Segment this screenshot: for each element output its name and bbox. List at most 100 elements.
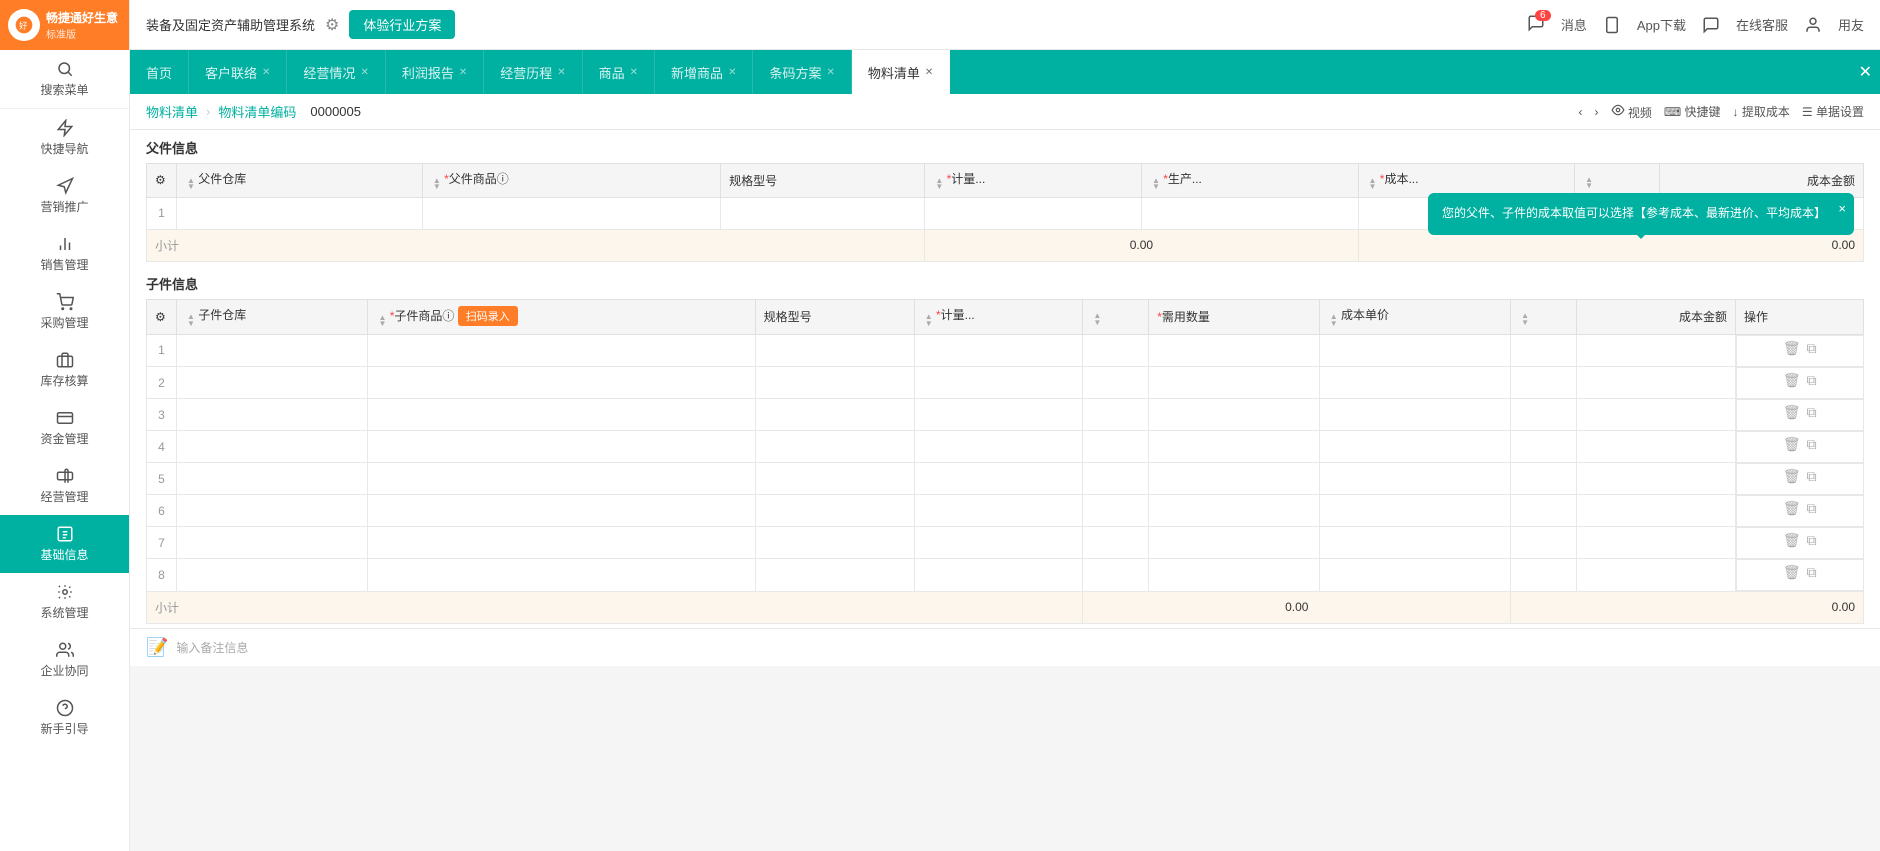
parent-col-settings[interactable]: ⚙ <box>147 164 177 198</box>
child-row1-goods[interactable] <box>368 334 755 367</box>
sidebar-item-quick-nav[interactable]: 快捷导航 <box>0 109 129 167</box>
child-row1-extra2[interactable] <box>1511 334 1577 367</box>
child-row3-extra2[interactable] <box>1511 399 1577 431</box>
child-row8-spec[interactable] <box>755 559 914 592</box>
parent-row1-goods[interactable] <box>422 197 720 229</box>
child-row4-goods[interactable] <box>368 431 755 463</box>
sidebar-item-system[interactable]: 系统管理 <box>0 573 129 631</box>
child-row5-qty[interactable] <box>1149 463 1319 495</box>
tab-new-goods[interactable]: 新增商品✕ <box>655 50 753 94</box>
child-row7-warehouse[interactable] <box>177 527 368 559</box>
child-row3-qty[interactable] <box>1149 399 1319 431</box>
gear-icon[interactable]: ⚙ <box>325 15 339 35</box>
child-row2-extra[interactable] <box>1083 367 1149 399</box>
child-row3-extra[interactable] <box>1083 399 1149 431</box>
child-row3-unit[interactable] <box>914 399 1083 431</box>
child-row5-spec[interactable] <box>755 463 914 495</box>
child-row7-spec[interactable] <box>755 527 914 559</box>
parent-row1-unit[interactable] <box>925 197 1142 229</box>
child-row6-unit-cost[interactable] <box>1319 495 1510 527</box>
tooltip-close-btn[interactable]: × <box>1838 197 1846 220</box>
close-tab-profit[interactable]: ✕ <box>459 67 467 78</box>
shortcut-btn[interactable]: ⌨ 快捷键 <box>1664 103 1721 120</box>
extract-cost-btn[interactable]: ↓ 提取成本 <box>1733 103 1790 120</box>
child-row2-qty[interactable] <box>1149 367 1319 399</box>
child-row2-unit-cost[interactable] <box>1319 367 1510 399</box>
message-badge[interactable]: 6 <box>1527 14 1545 35</box>
child-row4-spec[interactable] <box>755 431 914 463</box>
sidebar-item-cooperation[interactable]: 企业协同 <box>0 631 129 689</box>
child-row1-unit[interactable] <box>914 334 1083 367</box>
tab-home[interactable]: 首页 <box>130 50 189 94</box>
child-row8-unit-cost[interactable] <box>1319 559 1510 592</box>
child-row3-unit-cost[interactable] <box>1319 399 1510 431</box>
sidebar-item-inventory[interactable]: 库存核算 <box>0 341 129 399</box>
copy-icon-5[interactable]: ⧉ <box>1807 468 1817 490</box>
child-row1-qty[interactable] <box>1149 334 1319 367</box>
close-tab-history[interactable]: ✕ <box>557 67 565 78</box>
child-row8-goods[interactable] <box>368 559 755 592</box>
tabs-more-btn[interactable]: ✕ <box>1851 62 1880 82</box>
note-hint[interactable]: 输入备注信息 <box>176 639 248 656</box>
breadcrumb-bom-code[interactable]: 物料清单编码 <box>218 102 296 121</box>
child-col-settings[interactable]: ⚙ <box>147 299 177 334</box>
child-row2-warehouse[interactable] <box>177 367 368 399</box>
sidebar-item-search[interactable]: 搜索菜单 <box>0 50 129 109</box>
sidebar-item-basic-info[interactable]: 基础信息 <box>0 515 129 573</box>
tab-bom[interactable]: 物料清单✕ <box>852 50 950 94</box>
child-row1-warehouse[interactable] <box>177 334 368 367</box>
copy-icon-8[interactable]: ⧉ <box>1807 564 1817 586</box>
child-row7-unit[interactable] <box>914 527 1083 559</box>
delete-icon-7[interactable]: 🗑 <box>1783 532 1801 554</box>
child-row3-warehouse[interactable] <box>177 399 368 431</box>
child-row8-unit[interactable] <box>914 559 1083 592</box>
close-tab-bom[interactable]: ✕ <box>925 67 933 78</box>
toolbar-nav-next[interactable]: › <box>1595 105 1599 119</box>
delete-icon-4[interactable]: 🗑 <box>1783 436 1801 458</box>
tab-goods[interactable]: 商品✕ <box>583 50 655 94</box>
parent-row1-warehouse[interactable] <box>177 197 423 229</box>
child-row7-extra2[interactable] <box>1511 527 1577 559</box>
child-row4-extra[interactable] <box>1083 431 1149 463</box>
delete-icon-1[interactable]: 🗑 <box>1783 340 1801 362</box>
child-row4-warehouse[interactable] <box>177 431 368 463</box>
sidebar-item-marketing[interactable]: 营销推广 <box>0 167 129 225</box>
tab-barcode[interactable]: 条码方案✕ <box>753 50 851 94</box>
child-row3-spec[interactable] <box>755 399 914 431</box>
delete-icon-8[interactable]: 🗑 <box>1783 564 1801 586</box>
delete-icon-3[interactable]: 🗑 <box>1783 404 1801 426</box>
sidebar-item-finance[interactable]: 资金管理 <box>0 399 129 457</box>
child-row4-unit-cost[interactable] <box>1319 431 1510 463</box>
child-row5-extra[interactable] <box>1083 463 1149 495</box>
child-row2-spec[interactable] <box>755 367 914 399</box>
copy-icon-7[interactable]: ⧉ <box>1807 532 1817 554</box>
sidebar-item-sales[interactable]: 销售管理 <box>0 225 129 283</box>
child-row6-qty[interactable] <box>1149 495 1319 527</box>
child-row2-goods[interactable] <box>368 367 755 399</box>
child-row7-qty[interactable] <box>1149 527 1319 559</box>
close-tab-barcode[interactable]: ✕ <box>826 67 834 78</box>
copy-icon-3[interactable]: ⧉ <box>1807 404 1817 426</box>
child-row5-goods[interactable] <box>368 463 755 495</box>
child-row3-goods[interactable] <box>368 399 755 431</box>
child-row6-unit[interactable] <box>914 495 1083 527</box>
close-tab-operations[interactable]: ✕ <box>360 67 368 78</box>
tab-profit[interactable]: 利润报告✕ <box>386 50 484 94</box>
child-row5-unit[interactable] <box>914 463 1083 495</box>
child-row7-unit-cost[interactable] <box>1319 527 1510 559</box>
child-row7-extra[interactable] <box>1083 527 1149 559</box>
tab-customer[interactable]: 客户联络✕ <box>189 50 287 94</box>
user-name[interactable]: 用友 <box>1838 15 1864 34</box>
copy-icon-6[interactable]: ⧉ <box>1807 500 1817 522</box>
parent-row1-produce[interactable] <box>1141 197 1358 229</box>
app-download-label[interactable]: App下载 <box>1637 15 1686 34</box>
delete-icon-6[interactable]: 🗑 <box>1783 500 1801 522</box>
child-row4-extra2[interactable] <box>1511 431 1577 463</box>
child-row8-qty[interactable] <box>1149 559 1319 592</box>
child-row8-warehouse[interactable] <box>177 559 368 592</box>
child-row5-extra2[interactable] <box>1511 463 1577 495</box>
view-btn[interactable]: 视频 <box>1611 103 1652 121</box>
child-row1-extra[interactable] <box>1083 334 1149 367</box>
child-row6-goods[interactable] <box>368 495 755 527</box>
tab-history[interactable]: 经营历程✕ <box>484 50 582 94</box>
